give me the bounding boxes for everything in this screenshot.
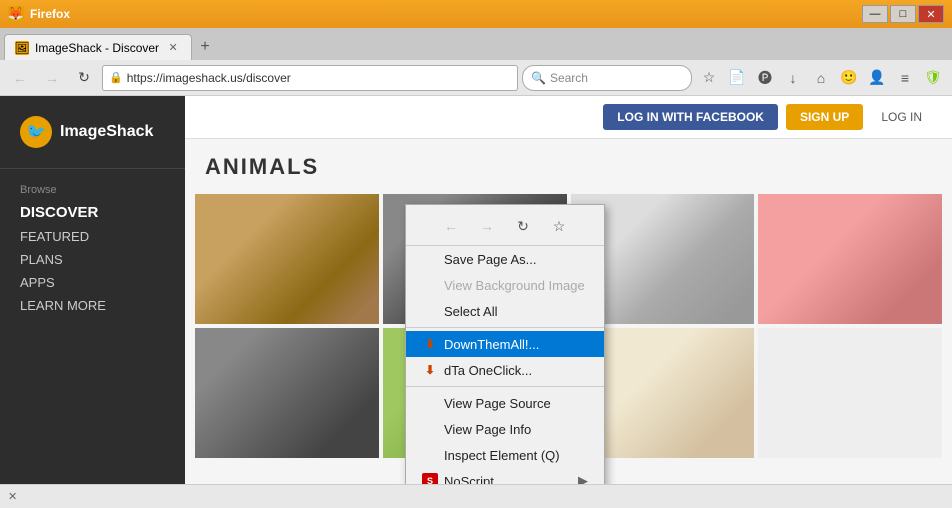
select-all-icon [422, 303, 438, 319]
context-inspect-element[interactable]: Inspect Element (Q) [406, 442, 604, 468]
profile-icon[interactable]: 👤 [864, 65, 890, 91]
signup-button[interactable]: SIGN UP [786, 104, 863, 130]
image-cell-empty[interactable] [758, 328, 942, 458]
search-bar[interactable]: 🔍 Search [522, 65, 692, 91]
inspect-icon [422, 447, 438, 463]
sidebar-item-plans[interactable]: PLANS [20, 248, 165, 271]
view-page-info-icon [422, 421, 438, 437]
page-title: ANIMALS [205, 154, 932, 180]
emoji-icon[interactable]: 🙂 [836, 65, 862, 91]
submenu-arrow-icon: ▶ [578, 473, 588, 484]
login-button[interactable]: LOG IN [871, 104, 932, 130]
sidebar-browse-label: Browse [20, 184, 165, 196]
tab-title: ImageShack - Discover [35, 41, 159, 55]
context-view-source[interactable]: View Page Source [406, 390, 604, 416]
tabbar: 🖼 ImageShack - Discover ✕ + [0, 28, 952, 60]
content-header: ANIMALS [185, 139, 952, 190]
noscript-icon: S [422, 473, 438, 484]
view-bg-icon [422, 277, 438, 293]
context-noscript[interactable]: S NoScript ▶ [406, 468, 604, 484]
address-text: https://imageshack.us/discover [127, 71, 511, 85]
context-noscript-label: NoScript [444, 474, 494, 485]
sidebar-item-featured[interactable]: FEATURED [20, 225, 165, 248]
login-facebook-button[interactable]: LOG IN WITH FACEBOOK [603, 104, 778, 130]
active-tab[interactable]: 🖼 ImageShack - Discover ✕ [4, 34, 192, 60]
menu-icon[interactable]: ≡ [892, 65, 918, 91]
ctx-bookmark-button[interactable]: ☆ [545, 213, 573, 239]
tab-favicon: 🖼 [15, 41, 29, 55]
toolbar-icons: ☆ 📄 🅟 ↓ ⌂ 🙂 👤 ≡ 🛡 [696, 65, 946, 91]
statusbar-close[interactable]: ✕ [8, 490, 17, 503]
context-view-bg-image[interactable]: View Background Image [406, 272, 604, 298]
reader-icon[interactable]: 📄 [724, 65, 750, 91]
minimize-button[interactable]: — [862, 5, 888, 23]
forward-button[interactable]: → [38, 65, 66, 91]
bookmark-star-icon[interactable]: ☆ [696, 65, 722, 91]
context-menu: ← → ↻ ☆ Save Page As... View Background … [405, 204, 605, 484]
context-view-page-info[interactable]: View Page Info [406, 416, 604, 442]
sidebar-logo: 🐦 ImageShack [0, 116, 185, 169]
context-dta-oneclick-label: dTa OneClick... [444, 363, 532, 378]
context-separator-2 [406, 386, 604, 387]
close-button[interactable]: ✕ [918, 5, 944, 23]
reload-button[interactable]: ↻ [70, 65, 98, 91]
view-source-icon [422, 395, 438, 411]
ctx-forward-button[interactable]: → [473, 213, 501, 239]
context-nav-row: ← → ↻ ☆ [406, 209, 604, 246]
titlebar-brand: Firefox [30, 7, 70, 21]
context-view-source-label: View Page Source [444, 396, 551, 411]
context-inspect-label: Inspect Element (Q) [444, 448, 560, 463]
address-bar[interactable]: 🔒 https://imageshack.us/discover [102, 65, 518, 91]
firefox-logo: 🦊 [8, 6, 24, 22]
sidebar: 🐦 ImageShack Browse DISCOVER FEATURED PL… [0, 96, 185, 484]
image-cell-dog[interactable] [195, 194, 379, 324]
context-downthemall-label: DownThemAll!... [444, 337, 539, 352]
main-container: 🐦 ImageShack Browse DISCOVER FEATURED PL… [0, 96, 952, 484]
statusbar: ✕ [0, 484, 952, 508]
logo-icon: 🐦 [20, 116, 52, 148]
content-area: LOG IN WITH FACEBOOK SIGN UP LOG IN ANIM… [185, 96, 952, 484]
site-header: LOG IN WITH FACEBOOK SIGN UP LOG IN [185, 96, 952, 139]
sidebar-section: Browse DISCOVER FEATURED PLANS APPS LEAR… [0, 184, 185, 317]
new-tab-button[interactable]: + [192, 34, 218, 60]
tab-close-button[interactable]: ✕ [165, 40, 181, 56]
maximize-button[interactable]: □ [890, 5, 916, 23]
ctx-reload-button[interactable]: ↻ [509, 213, 537, 239]
sidebar-item-discover[interactable]: DISCOVER [20, 200, 165, 225]
downthemall-icon: ⬇ [422, 336, 438, 352]
titlebar-controls: — □ ✕ [862, 5, 944, 23]
shield-icon[interactable]: 🛡 [920, 65, 946, 91]
sidebar-item-apps[interactable]: APPS [20, 271, 165, 294]
lock-icon: 🔒 [109, 71, 123, 84]
image-cell-partial1[interactable] [758, 194, 942, 324]
download-icon[interactable]: ↓ [780, 65, 806, 91]
dta-oneclick-icon: ⬇ [422, 362, 438, 378]
search-icon: 🔍 [531, 71, 546, 85]
back-button[interactable]: ← [6, 65, 34, 91]
context-select-all-label: Select All [444, 304, 497, 319]
titlebar-left: 🦊 Firefox [8, 6, 70, 22]
home-icon[interactable]: ⌂ [808, 65, 834, 91]
titlebar: 🦊 Firefox — □ ✕ [0, 0, 952, 28]
ctx-back-button[interactable]: ← [437, 213, 465, 239]
context-downthemall[interactable]: ⬇ DownThemAll!... [406, 331, 604, 357]
context-select-all[interactable]: Select All [406, 298, 604, 324]
context-separator-1 [406, 327, 604, 328]
search-placeholder: Search [550, 71, 588, 85]
pocket-icon[interactable]: 🅟 [752, 65, 778, 91]
sidebar-item-learn-more[interactable]: LEARN MORE [20, 294, 165, 317]
context-save-label: Save Page As... [444, 252, 537, 267]
context-view-bg-label: View Background Image [444, 278, 585, 293]
context-save-page-as[interactable]: Save Page As... [406, 246, 604, 272]
logo-text: ImageShack [60, 123, 153, 141]
toolbar: ← → ↻ 🔒 https://imageshack.us/discover 🔍… [0, 60, 952, 96]
context-dta-oneclick[interactable]: ⬇ dTa OneClick... [406, 357, 604, 383]
image-cell-cat[interactable] [195, 328, 379, 458]
context-view-page-info-label: View Page Info [444, 422, 531, 437]
save-page-icon [422, 251, 438, 267]
